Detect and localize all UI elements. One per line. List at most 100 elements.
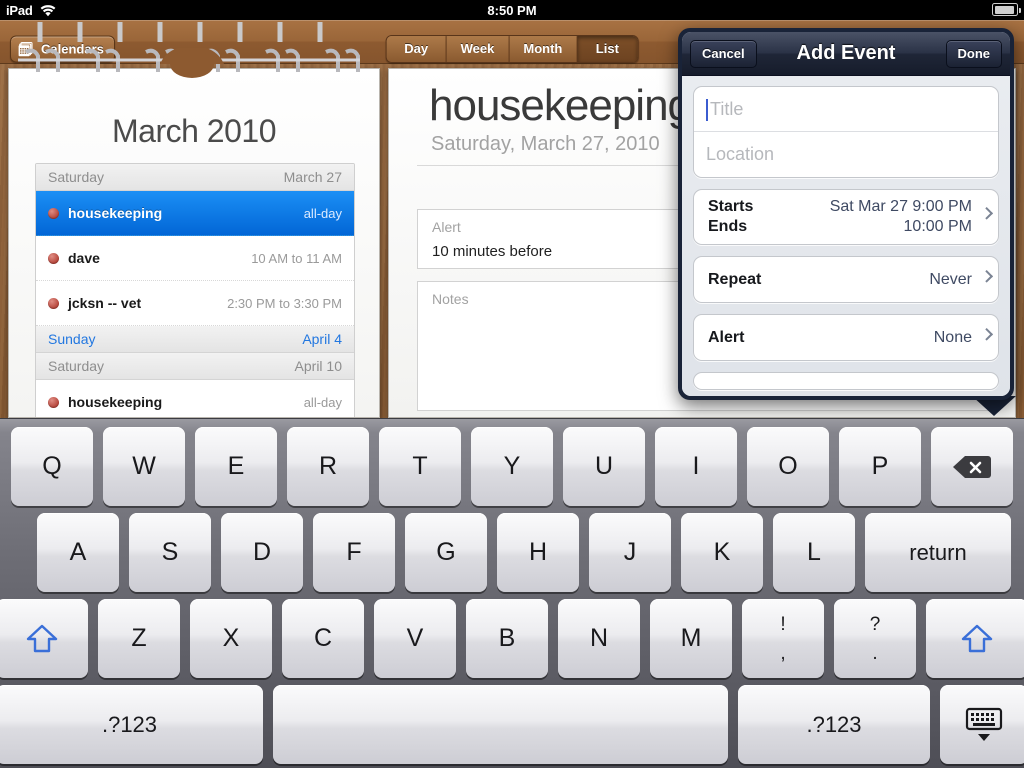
repeat-value: Never bbox=[929, 270, 972, 288]
hide-keyboard-key[interactable] bbox=[940, 685, 1024, 764]
key-exclamation-comma[interactable]: ! , bbox=[742, 599, 824, 678]
ends-value: 10:00 PM bbox=[903, 218, 972, 235]
key-f[interactable]: F bbox=[313, 513, 395, 592]
keyboard-row-1: Q W E R T Y U I O P bbox=[0, 427, 1024, 506]
key-w[interactable]: W bbox=[103, 427, 185, 506]
status-bar: iPad 8:50 PM bbox=[0, 0, 1024, 20]
event-title: housekeeping bbox=[68, 394, 163, 410]
key-q[interactable]: Q bbox=[11, 427, 93, 506]
event-date-subtitle: Saturday, March 27, 2010 bbox=[431, 133, 660, 155]
key-l[interactable]: L bbox=[773, 513, 855, 592]
ipad-screen: iPad 8:50 PM Calendars Day Week Month Li… bbox=[0, 0, 1024, 768]
key-o[interactable]: O bbox=[747, 427, 829, 506]
key-g[interactable]: G bbox=[405, 513, 487, 592]
calendars-button[interactable]: Calendars bbox=[10, 35, 115, 63]
shift-icon bbox=[26, 624, 58, 654]
key-i[interactable]: I bbox=[655, 427, 737, 506]
key-x[interactable]: X bbox=[190, 599, 272, 678]
add-event-popover: Cancel Add Event Done Title Location Sta… bbox=[678, 28, 1014, 400]
key-k[interactable]: K bbox=[681, 513, 763, 592]
list-item[interactable]: dave 10 AM to 11 AM bbox=[36, 236, 354, 281]
status-bar-clock: 8:50 PM bbox=[487, 2, 537, 18]
alert-value: 10 minutes before bbox=[432, 243, 553, 260]
list-item[interactable]: jcksn -- vet 2:30 PM to 3:30 PM bbox=[36, 281, 354, 326]
calendar-color-dot-icon bbox=[48, 252, 59, 264]
event-time: 2:30 PM to 3:30 PM bbox=[227, 295, 342, 311]
numbers-key-left[interactable]: .?123 bbox=[0, 685, 263, 764]
segment-month[interactable]: Month bbox=[509, 36, 578, 62]
chevron-right-icon bbox=[980, 327, 994, 341]
shift-key-right[interactable] bbox=[926, 599, 1024, 678]
space-key[interactable] bbox=[273, 685, 728, 764]
onscreen-keyboard: Q W E R T Y U I O P A S D F G H J K L re… bbox=[0, 418, 1024, 768]
day-header-weekday: Saturday bbox=[48, 169, 105, 185]
event-title: dave bbox=[68, 250, 100, 266]
key-b[interactable]: B bbox=[466, 599, 548, 678]
alert-row[interactable]: Alert None bbox=[693, 314, 999, 361]
event-time: all-day bbox=[303, 394, 342, 410]
title-input-placeholder: Title bbox=[710, 98, 744, 119]
calendars-button-label: Calendars bbox=[41, 41, 104, 57]
view-segmented-control[interactable]: Day Week Month List bbox=[385, 35, 639, 63]
repeat-row[interactable]: Repeat Never bbox=[693, 256, 999, 303]
done-button[interactable]: Done bbox=[945, 39, 1002, 68]
key-r[interactable]: R bbox=[287, 427, 369, 506]
numbers-key-right[interactable]: .?123 bbox=[738, 685, 930, 764]
key-j[interactable]: J bbox=[589, 513, 671, 592]
keyboard-row-4: .?123 .?123 bbox=[0, 685, 1024, 764]
cancel-button[interactable]: Cancel bbox=[690, 39, 757, 68]
text-cursor bbox=[706, 99, 708, 121]
segment-week[interactable]: Week bbox=[446, 36, 510, 62]
chevron-right-icon bbox=[980, 269, 994, 283]
list-item[interactable]: housekeeping all-day bbox=[36, 380, 354, 417]
key-z[interactable]: Z bbox=[98, 599, 180, 678]
key-exclamation-label: ! bbox=[780, 613, 786, 635]
keyboard-row-3: Z X C V B N M ! , ? . bbox=[0, 599, 1024, 678]
key-v[interactable]: V bbox=[374, 599, 456, 678]
key-a[interactable]: A bbox=[37, 513, 119, 592]
starts-ends-row[interactable]: Starts Sat Mar 27 9:00 PM Ends 10:00 PM bbox=[693, 189, 999, 245]
key-e[interactable]: E bbox=[195, 427, 277, 506]
event-time: all-day bbox=[303, 205, 342, 221]
event-title: housekeeping bbox=[68, 205, 163, 221]
segment-day[interactable]: Day bbox=[386, 36, 447, 62]
list-item[interactable]: housekeeping all-day bbox=[36, 191, 354, 236]
key-m[interactable]: M bbox=[650, 599, 732, 678]
starts-value: Sat Mar 27 9:00 PM bbox=[829, 198, 972, 215]
segment-list[interactable]: List bbox=[577, 36, 638, 62]
day-header-april-10: Saturday April 10 bbox=[36, 353, 354, 380]
day-header-march-27: Saturday March 27 bbox=[36, 164, 354, 191]
shift-key-left[interactable] bbox=[0, 599, 88, 678]
location-input[interactable]: Location bbox=[694, 132, 998, 177]
backspace-key[interactable] bbox=[931, 427, 1013, 506]
day-header-date: April 4 bbox=[302, 331, 342, 347]
day-header-weekday: Sunday bbox=[48, 331, 96, 347]
key-period-label: . bbox=[872, 642, 878, 664]
key-u[interactable]: U bbox=[563, 427, 645, 506]
event-list-page: March 2010 Saturday March 27 housekeepin… bbox=[8, 68, 380, 418]
key-d[interactable]: D bbox=[221, 513, 303, 592]
key-t[interactable]: T bbox=[379, 427, 461, 506]
popover-inner: Cancel Add Event Done Title Location Sta… bbox=[682, 32, 1010, 396]
shift-icon bbox=[961, 624, 993, 654]
calendar-color-dot-icon bbox=[48, 297, 59, 309]
key-c[interactable]: C bbox=[282, 599, 364, 678]
event-time: 10 AM to 11 AM bbox=[251, 250, 342, 266]
calendars-icon bbox=[18, 41, 34, 57]
ends-row: Ends 10:00 PM bbox=[694, 217, 998, 237]
return-key[interactable]: return bbox=[865, 513, 1011, 592]
popover-body: Title Location Starts Sat Mar 27 9:00 PM… bbox=[682, 76, 1010, 396]
starts-row: Starts Sat Mar 27 9:00 PM bbox=[694, 197, 998, 217]
title-input[interactable]: Title bbox=[694, 87, 998, 132]
backspace-icon bbox=[953, 454, 991, 480]
key-h[interactable]: H bbox=[497, 513, 579, 592]
key-p[interactable]: P bbox=[839, 427, 921, 506]
month-title: March 2010 bbox=[112, 113, 276, 149]
key-s[interactable]: S bbox=[129, 513, 211, 592]
key-question-period[interactable]: ? . bbox=[834, 599, 916, 678]
alert-label: Alert bbox=[432, 219, 461, 235]
key-y[interactable]: Y bbox=[471, 427, 553, 506]
key-n[interactable]: N bbox=[558, 599, 640, 678]
next-group-partial[interactable] bbox=[693, 372, 999, 390]
location-input-placeholder: Location bbox=[706, 144, 775, 164]
